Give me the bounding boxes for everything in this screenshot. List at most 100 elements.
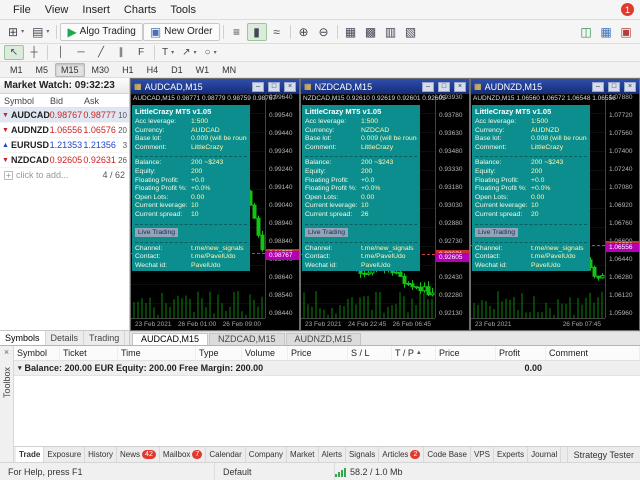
add-symbol-icon[interactable]: + — [4, 171, 13, 180]
time-axis[interactable]: 23 Feb 2021 26 Feb 07:45 — [471, 318, 605, 330]
market-watch-tab[interactable]: Trading — [84, 331, 125, 345]
notifications-badge[interactable]: 1 — [621, 3, 634, 16]
toolbox-column-header[interactable]: Volume — [242, 346, 288, 360]
market-watch-tab[interactable]: Details — [46, 331, 85, 345]
toolbox-tab[interactable]: Mailbox 7 — [160, 447, 206, 462]
text-tool-button[interactable]: T ▾ — [158, 45, 178, 60]
cursor-button[interactable]: ↖ — [4, 45, 24, 60]
close-button[interactable]: × — [284, 82, 296, 92]
menu-item[interactable]: Insert — [75, 2, 117, 18]
chart-tab[interactable]: NZDCAD,M15 — [209, 333, 285, 345]
minimize-button[interactable]: – — [252, 82, 264, 92]
toolbox-column-header[interactable]: Comment — [546, 346, 640, 360]
close-toolbox-button[interactable]: × — [4, 348, 9, 357]
chart-titlebar[interactable]: ▦ NZDCAD,M15 – □ × — [301, 79, 469, 94]
toolbox-column-header[interactable]: Type — [196, 346, 242, 360]
toolbox-column-header[interactable]: Ticket — [60, 346, 118, 360]
price-scale[interactable]: 0.939300.937800.936300.934800.933300.931… — [435, 94, 469, 318]
column-bid[interactable]: Bid — [50, 96, 84, 106]
chart-tab[interactable]: AUDNZD,M15 — [286, 333, 362, 345]
toolbox-tab[interactable]: Trade — [16, 447, 44, 462]
connection-status[interactable]: 58.2 / 1.0 Mb — [335, 467, 411, 477]
chart-canvas[interactable]: LittleCrazy MT5 v1.05 Acc leverage: 1:50… — [131, 94, 299, 330]
toolbox-tab[interactable]: Experts — [494, 447, 528, 462]
status-profile[interactable]: Default — [215, 463, 335, 480]
menu-item[interactable]: View — [38, 2, 76, 18]
menu-item[interactable]: Tools — [163, 2, 203, 18]
menu-item[interactable]: Charts — [117, 2, 163, 18]
toolbox-column-header[interactable]: T / P ▲ — [392, 346, 436, 360]
toolbox-tab[interactable]: VPS — [471, 447, 494, 462]
chart-canvas[interactable]: LittleCrazy MT5 v1.05 Acc leverage: 1:50… — [301, 94, 469, 330]
toolbox-tab[interactable]: Alerts — [319, 447, 346, 462]
chart-canvas[interactable]: LittleCrazy MT5 v1.05 Acc leverage: 1:50… — [471, 94, 639, 330]
vertical-line-button[interactable]: │ — [51, 45, 71, 60]
timeframe-button[interactable]: M15 — [55, 63, 85, 77]
alerts-toolbar-button[interactable]: ▣ — [616, 23, 636, 41]
equidistant-channel-button[interactable]: ∥ — [111, 45, 131, 60]
maximize-button[interactable]: □ — [438, 82, 450, 92]
market-watch-row[interactable]: ▲ EURUSD 1.21353 1.21356 3 — [0, 138, 129, 153]
toolbox-column-header[interactable]: S / L — [348, 346, 392, 360]
market-watch-tab[interactable]: Ticks — [125, 331, 129, 345]
timeframe-button[interactable]: M5 — [30, 63, 55, 77]
navigator-button[interactable]: ▧ — [401, 23, 421, 41]
timeframe-button[interactable]: MN — [216, 63, 242, 77]
tile-windows-button[interactable]: ▦ — [341, 23, 361, 41]
expand-icon[interactable]: ▾ — [18, 364, 22, 372]
cascade-windows-button[interactable]: ▩ — [361, 23, 381, 41]
add-symbol-label[interactable]: click to add... — [16, 170, 69, 180]
data-window-button[interactable]: ▥ — [381, 23, 401, 41]
price-scale[interactable]: 0.996400.995400.994400.993400.992400.991… — [265, 94, 299, 318]
column-symbol[interactable]: Symbol — [0, 96, 50, 106]
market-watch-row[interactable]: ▼ NZDCAD 0.92605 0.92631 26 — [0, 153, 129, 168]
new-order-button[interactable]: ▣ New Order — [143, 23, 220, 41]
timeframe-button[interactable]: M1 — [4, 63, 29, 77]
market-depth-button[interactable]: ◫ — [576, 23, 596, 41]
line-chart-mode-button[interactable]: ≈ — [267, 23, 287, 41]
economic-calendar-button[interactable]: ▦ — [596, 23, 616, 41]
market-watch-row[interactable]: ▼ AUDCAD 0.98767 0.98777 10 — [0, 108, 129, 123]
timeframe-button[interactable]: H4 — [141, 63, 165, 77]
minimize-button[interactable]: – — [592, 82, 604, 92]
timeframe-button[interactable]: W1 — [190, 63, 216, 77]
algo-trading-button[interactable]: ▶ Algo Trading — [60, 23, 142, 41]
strategy-tester-label[interactable]: Strategy Tester — [567, 447, 640, 462]
maximize-button[interactable]: □ — [268, 82, 280, 92]
market-watch-row[interactable]: ▼ AUDNZD 1.06556 1.06576 20 — [0, 123, 129, 138]
timeframe-button[interactable]: D1 — [165, 63, 189, 77]
shapes-tool-button[interactable]: ○ ▾ — [201, 45, 221, 60]
toolbox-tab[interactable]: Exposure — [44, 447, 85, 462]
timeframe-button[interactable]: M30 — [86, 63, 116, 77]
menu-item[interactable]: File — [6, 2, 38, 18]
toolbox-column-header[interactable]: Price — [436, 346, 496, 360]
time-axis[interactable]: 23 Feb 2021 26 Feb 01:00 26 Feb 09:00 — [131, 318, 265, 330]
horizontal-line-button[interactable]: ─ — [71, 45, 91, 60]
zoom-out-button[interactable]: ⊖ — [314, 23, 334, 41]
arrow-tool-button[interactable]: ↗ ▾ — [178, 45, 200, 60]
chart-tab[interactable]: AUDCAD,M15 — [132, 333, 208, 345]
toolbox-column-header[interactable]: Profit — [496, 346, 546, 360]
toolbox-column-header[interactable]: Symbol — [14, 346, 60, 360]
profiles-button[interactable]: ▤ ▾ — [28, 23, 53, 41]
price-scale[interactable]: 1.078801.077201.075601.074001.072401.070… — [605, 94, 639, 318]
column-ask[interactable]: Ask — [84, 96, 118, 106]
toolbox-tab[interactable]: Journal — [528, 447, 561, 462]
minimize-button[interactable]: – — [422, 82, 434, 92]
toolbox-tab[interactable]: Code Base — [424, 447, 471, 462]
chart-titlebar[interactable]: ▦ AUDCAD,M15 – □ × — [131, 79, 299, 94]
toolbox-column-header[interactable]: Time — [118, 346, 196, 360]
close-button[interactable]: × — [454, 82, 466, 92]
toolbox-column-header[interactable]: Price — [288, 346, 348, 360]
timeframe-button[interactable]: H1 — [116, 63, 140, 77]
toolbox-side-label[interactable]: Toolbox — [2, 367, 12, 398]
close-button[interactable]: × — [624, 82, 636, 92]
market-watch-add-row[interactable]: + click to add... 4 / 62 — [0, 168, 129, 182]
market-watch-tab[interactable]: Symbols — [0, 331, 46, 345]
new-chart-button[interactable]: ⊞ ▾ — [4, 23, 28, 41]
trendline-button[interactable]: ╱ — [91, 45, 111, 60]
candlestick-mode-button[interactable]: ▮ — [247, 23, 267, 41]
toolbox-tab[interactable]: History — [85, 447, 117, 462]
fibonacci-button[interactable]: F — [131, 45, 151, 60]
time-axis[interactable]: 23 Feb 2021 24 Feb 22:45 26 Feb 06:45 — [301, 318, 435, 330]
